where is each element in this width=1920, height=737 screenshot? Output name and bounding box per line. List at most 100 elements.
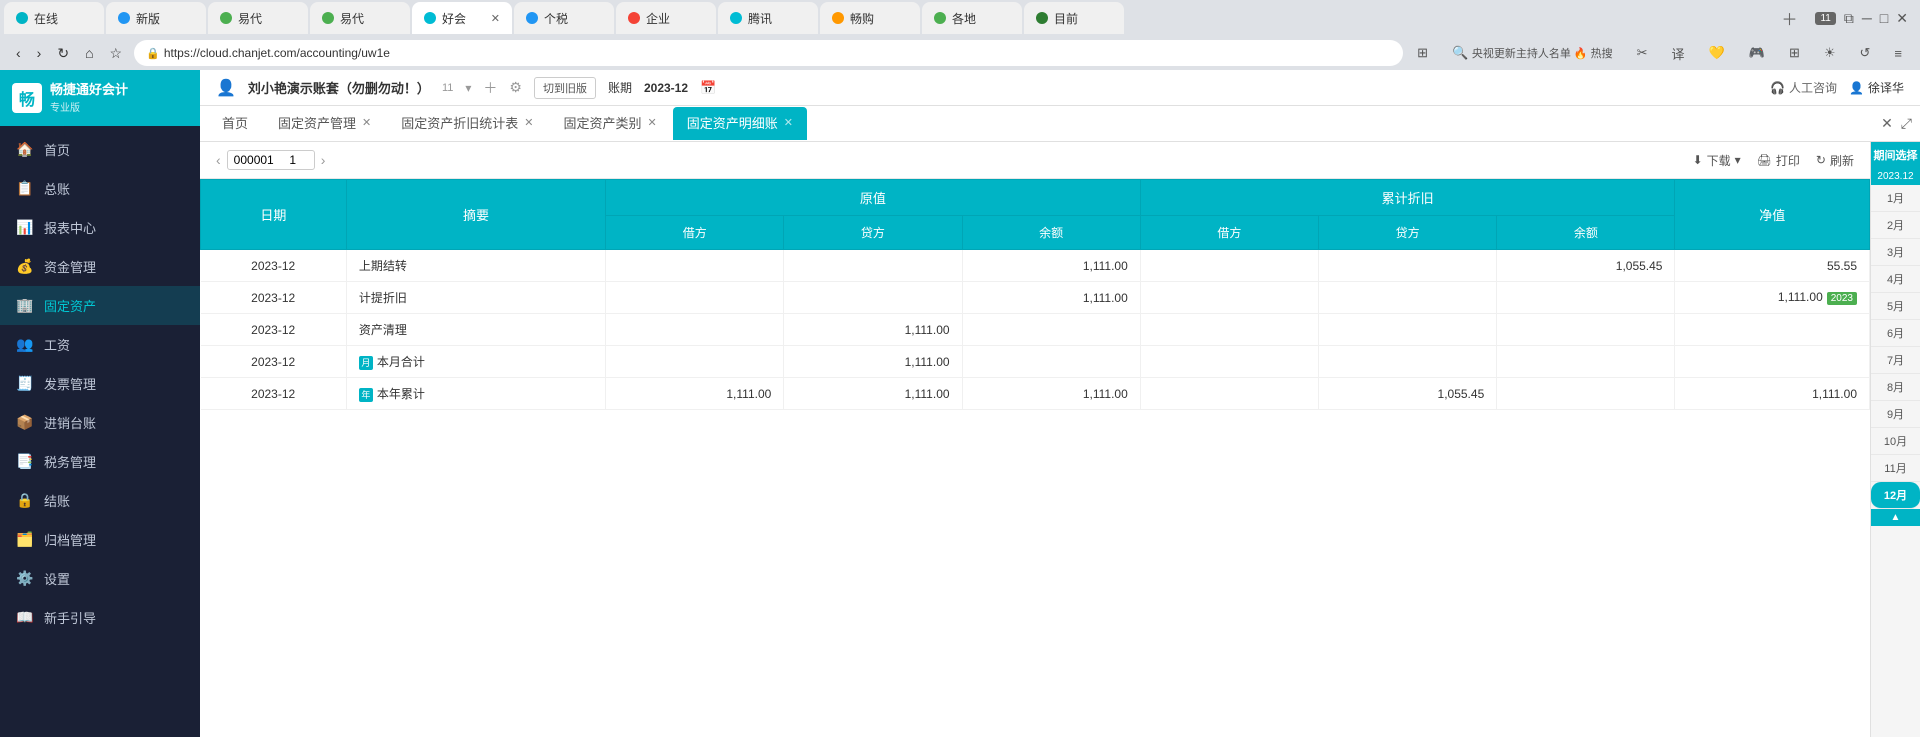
period-panel: 期间选择 2023.12 1月2月3月4月5月6月7月8月9月10月11月12月…: [1870, 142, 1920, 737]
minimize-btn[interactable]: ─: [1862, 10, 1872, 26]
menu-btn[interactable]: ≡: [1888, 42, 1908, 65]
sidebar-item-purchase-sales[interactable]: 📦进销台账: [0, 403, 200, 442]
browser-tab-tab7[interactable]: 企业: [616, 2, 716, 34]
period-month-8月[interactable]: 8月: [1871, 374, 1920, 401]
switch-version-button[interactable]: 切到旧版: [534, 77, 596, 99]
address-input-bar[interactable]: 🔒 https://cloud.chanjet.com/accounting/u…: [134, 40, 1403, 66]
browser-tab-tab3[interactable]: 易代: [208, 2, 308, 34]
bookmark-button[interactable]: ☆: [106, 41, 127, 66]
next-page-button[interactable]: ›: [321, 152, 326, 168]
maximize-btn[interactable]: □: [1880, 10, 1888, 26]
translate-btn[interactable]: 译: [1666, 40, 1691, 67]
period-month-6月[interactable]: 6月: [1871, 320, 1920, 347]
forward-button[interactable]: ›: [33, 41, 46, 65]
sidebar-item-invoice-mgmt[interactable]: 🧾发票管理: [0, 364, 200, 403]
period-month-12月[interactable]: 12月: [1871, 482, 1920, 509]
browser-tab-tab8[interactable]: 腾讯: [718, 2, 818, 34]
close-btn[interactable]: ✕: [1896, 10, 1908, 27]
browser-tab-tab1[interactable]: 在线: [4, 2, 104, 34]
browser-tab-tab9[interactable]: 畅购: [820, 2, 920, 34]
sidebar-label-invoice-mgmt: 发票管理: [44, 374, 96, 393]
page-tab-close-depreciation-stats[interactable]: ✕: [524, 116, 533, 129]
user-info[interactable]: 👤 徐译华: [1849, 79, 1904, 96]
period-scroll-up[interactable]: ▲: [1871, 509, 1920, 526]
page-tab-home[interactable]: 首页: [208, 107, 262, 140]
sidebar-item-home[interactable]: 🏠首页: [0, 130, 200, 169]
sidebar-item-fund-mgmt[interactable]: 💰资金管理: [0, 247, 200, 286]
page-tab-label-depreciation-stats: 固定资产折旧统计表: [401, 113, 518, 132]
period-month-10月[interactable]: 10月: [1871, 428, 1920, 455]
page-tab-close-asset-ledger[interactable]: ✕: [784, 116, 793, 129]
wallet-btn[interactable]: 💛: [1703, 41, 1731, 65]
sidebar-item-settings[interactable]: ⚙️设置: [0, 559, 200, 598]
page-tab-fixed-asset-mgmt[interactable]: 固定资产管理✕: [264, 107, 385, 140]
prev-page-button[interactable]: ‹: [216, 152, 221, 168]
sidebar-item-fixed-assets[interactable]: 🏢固定资产: [0, 286, 200, 325]
settings-gear-button[interactable]: ⚙: [509, 79, 522, 96]
browser-tab-tab2[interactable]: 新版: [106, 2, 206, 34]
app-logo: 畅: [12, 83, 42, 113]
period-month-2月[interactable]: 2月: [1871, 212, 1920, 239]
sidebar-icon-tax-mgmt: 📑: [16, 452, 34, 470]
theme-btn[interactable]: ☀: [1818, 41, 1842, 65]
sidebar-item-archive-mgmt[interactable]: 🗂️归档管理: [0, 520, 200, 559]
extensions-btn[interactable]: ⊞: [1411, 41, 1434, 65]
maximize-panel-button[interactable]: ⤢: [1901, 115, 1912, 132]
sidebar-item-payroll[interactable]: 👥工资: [0, 325, 200, 364]
add-account-button[interactable]: ＋: [483, 78, 497, 98]
period-month-5月[interactable]: 5月: [1871, 293, 1920, 320]
period-calendar-icon[interactable]: 📅: [700, 80, 716, 96]
search-bar[interactable]: 🔍 央视更新主持人名单 🔥 热搜: [1446, 41, 1619, 65]
game-btn[interactable]: 🎮: [1743, 41, 1771, 65]
page-tab-asset-ledger[interactable]: 固定资产明细账✕: [673, 107, 807, 140]
period-month-9月[interactable]: 9月: [1871, 401, 1920, 428]
header-accumulated-dep: 累计折旧: [1140, 180, 1675, 216]
browser-tab-tab10[interactable]: 各地: [922, 2, 1022, 34]
sidebar-item-report-center[interactable]: 📊报表中心: [0, 208, 200, 247]
customer-service[interactable]: 🎧 人工咨询: [1770, 79, 1837, 96]
scissors-btn[interactable]: ✂: [1631, 41, 1654, 65]
grid-btn[interactable]: ⊞: [1783, 41, 1806, 65]
tab-favicon: [1036, 12, 1048, 24]
browser-tab-tab4[interactable]: 易代: [310, 2, 410, 34]
period-month-4月[interactable]: 4月: [1871, 266, 1920, 293]
browser-tab-tab5[interactable]: 好会✕: [412, 2, 512, 34]
tab-label: 易代: [238, 10, 262, 27]
sidebar-item-tax-mgmt[interactable]: 📑税务管理: [0, 442, 200, 481]
period-month-7月[interactable]: 7月: [1871, 347, 1920, 374]
refresh-button[interactable]: ↻ 刷新: [1816, 152, 1854, 169]
sidebar-label-settings: 设置: [44, 569, 70, 588]
sidebar-icon-payroll: 👥: [16, 335, 34, 353]
sidebar: 畅 畅捷通好会计 专业版 🏠首页📋总账📊报表中心💰资金管理🏢固定资产👥工资🧾发票…: [0, 70, 200, 737]
cell-orig-balance: 1,111.00: [962, 250, 1140, 282]
dropdown-icon[interactable]: ▾: [465, 81, 471, 95]
cell-date: 2023-12: [201, 346, 347, 378]
browser-tab-tab6[interactable]: 个税: [514, 2, 614, 34]
tab-label: 企业: [646, 10, 670, 27]
period-month-1月[interactable]: 1月: [1871, 185, 1920, 212]
browser-tab-tab11[interactable]: 目前: [1024, 2, 1124, 34]
page-tab-depreciation-stats[interactable]: 固定资产折旧统计表 ✕: [387, 107, 547, 140]
period-month-11月[interactable]: 11月: [1871, 455, 1920, 482]
sidebar-item-general-ledger[interactable]: 📋总账: [0, 169, 200, 208]
history-btn[interactable]: ↺: [1854, 41, 1877, 65]
page-number-input[interactable]: [278, 153, 308, 167]
cell-dep-balance: [1497, 314, 1675, 346]
download-button[interactable]: ⬇ 下载 ▾: [1693, 152, 1741, 169]
page-tab-close-fixed-asset-mgmt[interactable]: ✕: [362, 116, 371, 129]
pagination: ‹ 000001 ›: [216, 150, 325, 170]
browser-chrome: 在线新版易代易代好会✕个税企业腾讯畅购各地目前 ＋ 11 ⧉ ─ □ ✕ ‹ ›…: [0, 0, 1920, 70]
page-tab-asset-category[interactable]: 固定资产类别✕: [549, 107, 670, 140]
sidebar-item-closing[interactable]: 🔒结账: [0, 481, 200, 520]
back-button[interactable]: ‹: [12, 41, 25, 65]
reload-button[interactable]: ↻: [53, 41, 73, 66]
restore-btn[interactable]: ⧉: [1844, 10, 1854, 27]
period-month-3月[interactable]: 3月: [1871, 239, 1920, 266]
home-button[interactable]: ⌂: [81, 41, 97, 65]
print-button[interactable]: 🖨 打印: [1757, 152, 1800, 169]
sidebar-item-beginner-guide[interactable]: 📖新手引导: [0, 598, 200, 637]
new-tab-button[interactable]: ＋: [1773, 2, 1805, 34]
tab-close-icon[interactable]: ✕: [491, 12, 500, 25]
close-panel-button[interactable]: ✕: [1881, 115, 1893, 132]
page-tab-close-asset-category[interactable]: ✕: [648, 116, 657, 129]
